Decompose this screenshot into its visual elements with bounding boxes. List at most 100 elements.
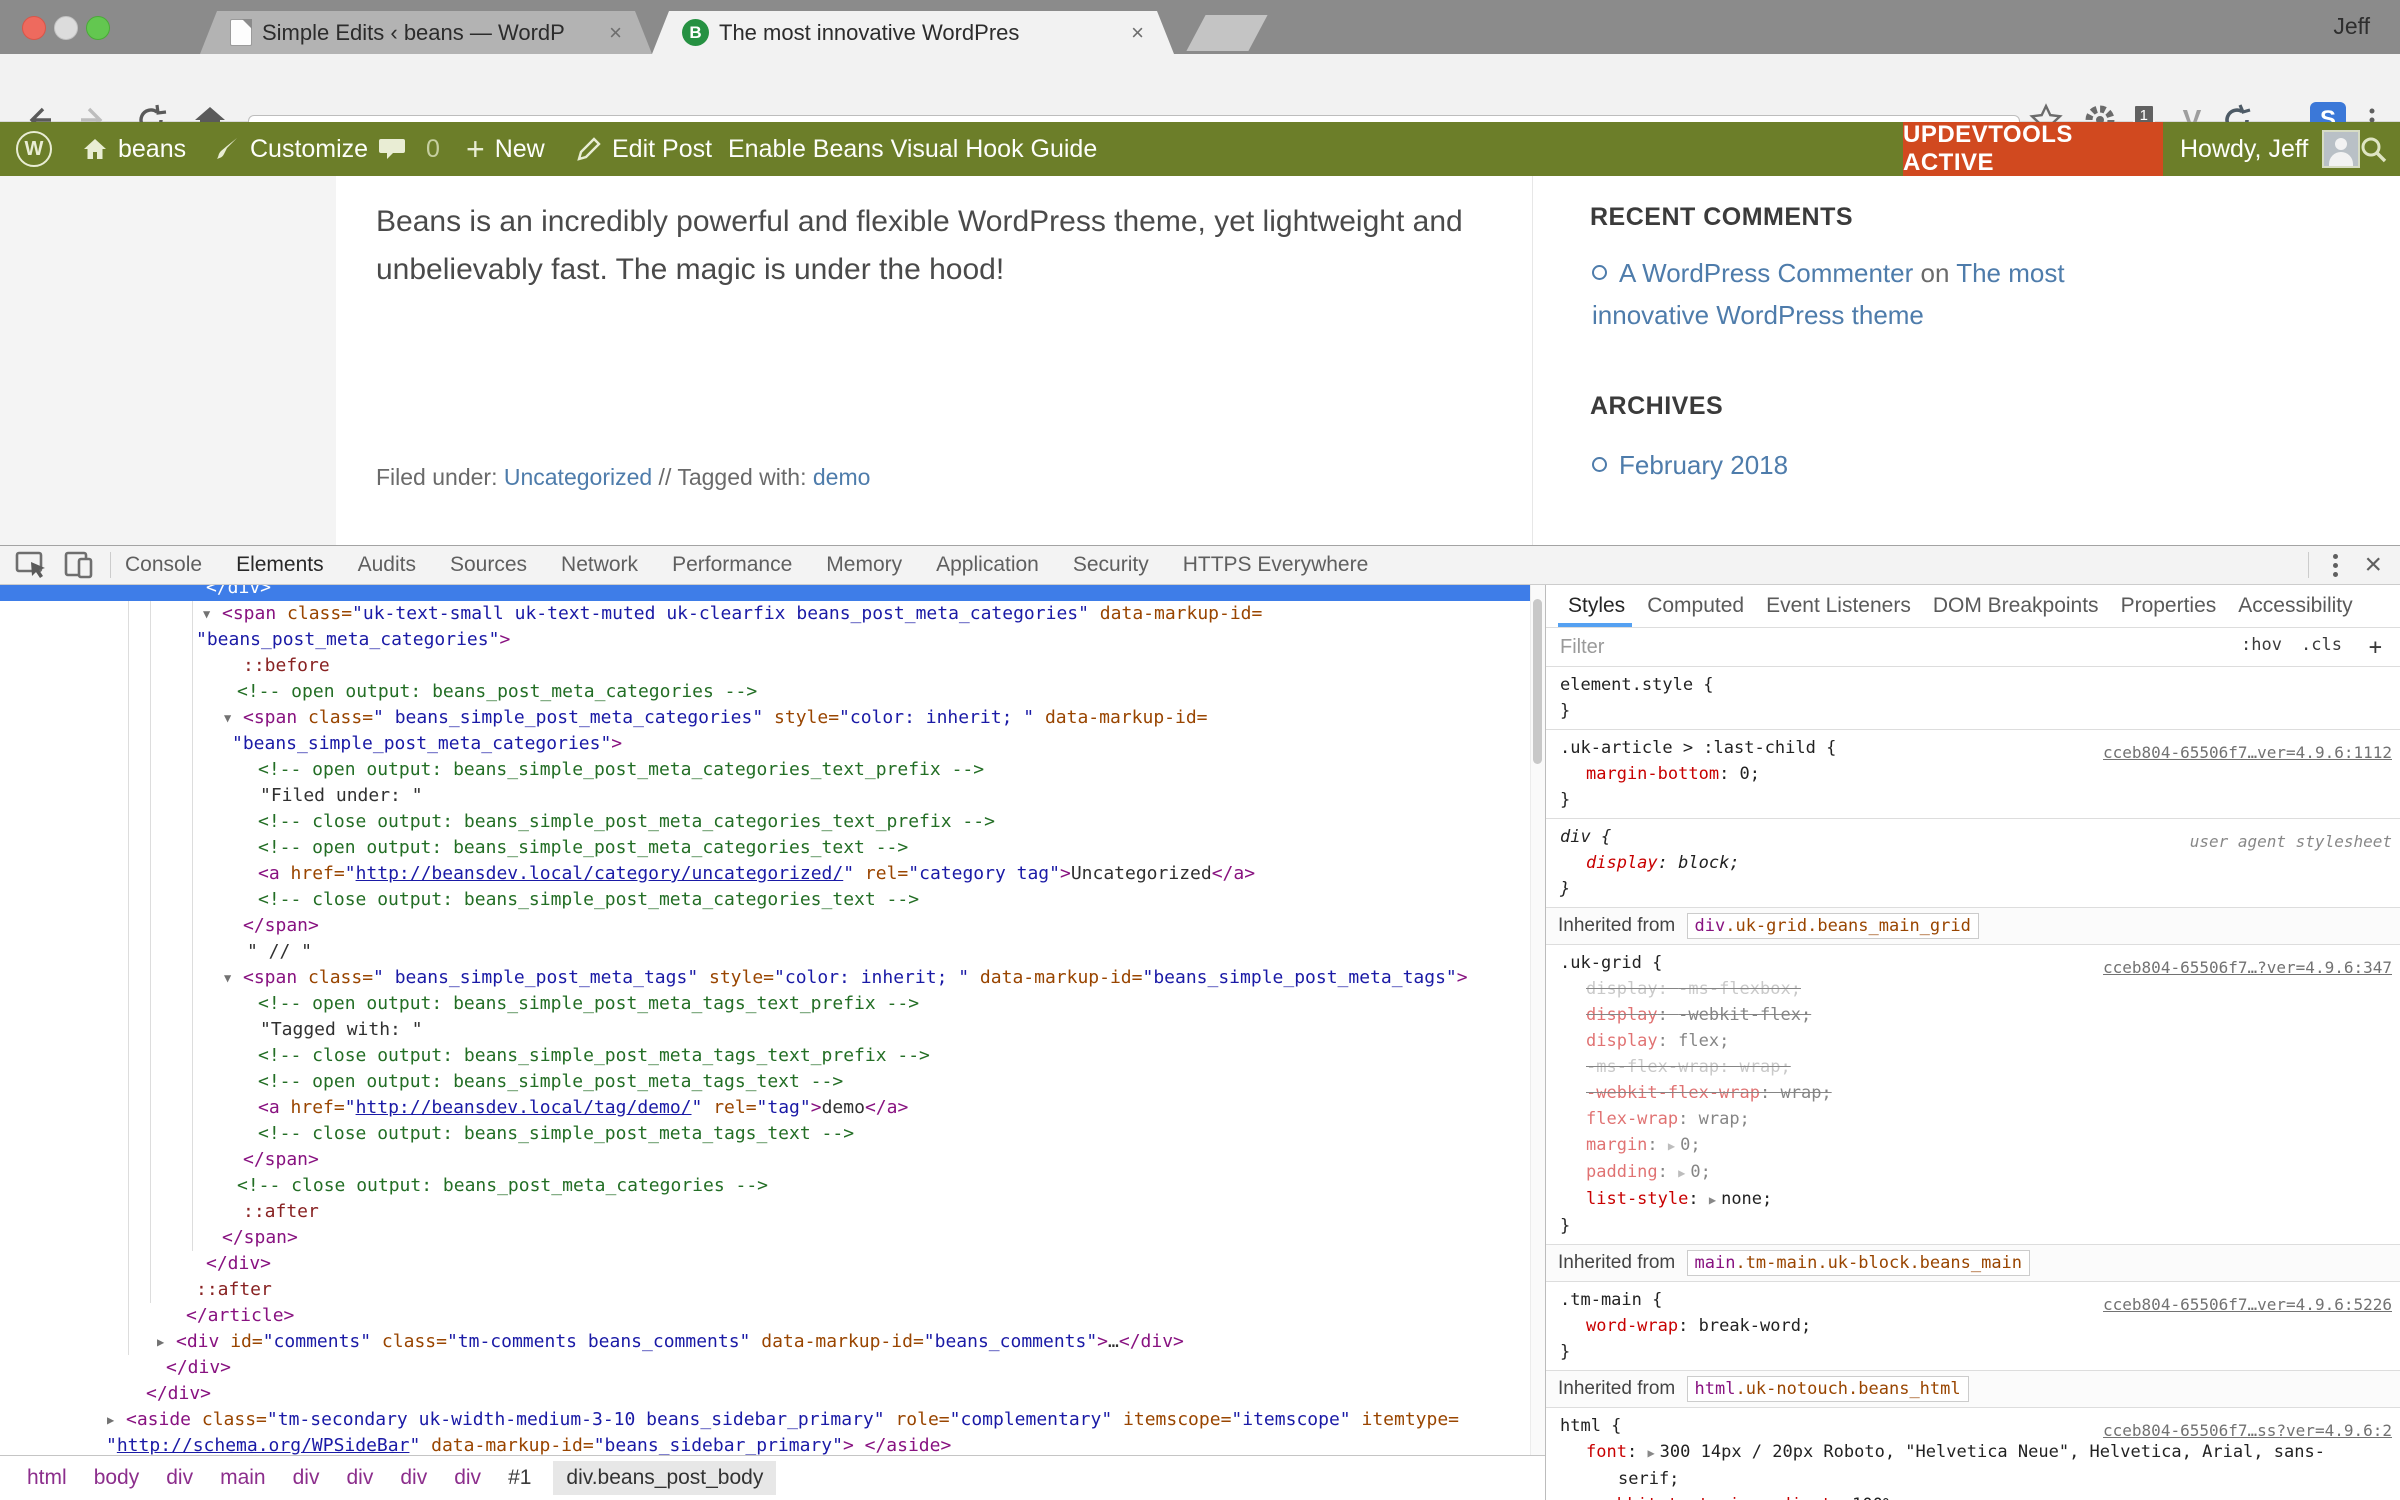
- dom-node-line[interactable]: ::after: [0, 1277, 1517, 1303]
- breadcrumb-item[interactable]: main: [220, 1466, 266, 1490]
- devtools-tab-memory[interactable]: Memory: [826, 553, 902, 577]
- css-property[interactable]: -webkit-flex-wrap: wrap;: [1546, 1080, 2400, 1106]
- dom-node-line[interactable]: ▼ <span class=" beans_simple_post_meta_ca…: [0, 705, 1517, 731]
- new-tab-button[interactable]: [1186, 15, 1268, 51]
- dom-node-line[interactable]: </div>: [0, 1381, 1517, 1407]
- devtools-tab-sources[interactable]: Sources: [450, 553, 527, 577]
- inspect-element-icon[interactable]: [14, 549, 48, 581]
- dom-node-line[interactable]: </div>: [0, 1251, 1517, 1277]
- breadcrumb-item[interactable]: div: [400, 1466, 427, 1490]
- devtools-tab-performance[interactable]: Performance: [672, 553, 792, 577]
- breadcrumb-item[interactable]: div: [346, 1466, 373, 1490]
- css-property[interactable]: list-style: ▶ none;: [1546, 1186, 2400, 1213]
- cls-toggle[interactable]: .cls: [2301, 635, 2342, 655]
- edit-post-menu[interactable]: Edit Post: [576, 122, 712, 176]
- dom-node-line[interactable]: ▶ <aside class="tm-secondary uk-width-med…: [0, 1407, 1517, 1433]
- styles-tab-properties[interactable]: Properties: [2121, 594, 2217, 618]
- inherited-node-link[interactable]: div.uk-grid.beans_main_grid: [1686, 913, 1979, 939]
- scrollbar-thumb[interactable]: [1533, 599, 1542, 764]
- inherited-node-link[interactable]: main.tm-main.uk-block.beans_main: [1686, 1250, 2031, 1276]
- breadcrumb-item[interactable]: div.beans_post_body: [553, 1461, 777, 1495]
- dom-node-line[interactable]: "beans_simple_post_meta_categories">: [0, 731, 1517, 757]
- updevtools-active-badge[interactable]: UPDEVTOOLS ACTIVE: [1903, 121, 2163, 176]
- dom-node-line[interactable]: <!-- close output: beans_simple_post_met…: [0, 887, 1517, 913]
- dom-node-line[interactable]: <!-- close output: beans_simple_post_met…: [0, 1043, 1517, 1069]
- tab-close-icon[interactable]: ×: [609, 20, 622, 46]
- dom-node-line[interactable]: <!-- close output: beans_post_meta_categ…: [0, 1173, 1517, 1199]
- dom-node-line[interactable]: </span>: [0, 913, 1517, 939]
- css-property[interactable]: display: -ms-flexbox;: [1546, 976, 2400, 1002]
- styles-tab-computed[interactable]: Computed: [1647, 594, 1744, 618]
- dom-node-line[interactable]: <!-- open output: beans_simple_post_meta…: [0, 757, 1517, 783]
- css-property[interactable]: display: flex;: [1546, 1028, 2400, 1054]
- dom-node-line[interactable]: "http://schema.org/WPSideBar" data-marku…: [0, 1433, 1517, 1455]
- breadcrumb-item[interactable]: body: [94, 1466, 140, 1490]
- css-property[interactable]: -ms-flex-wrap: wrap;: [1546, 1054, 2400, 1080]
- tab-close-icon[interactable]: ×: [1131, 20, 1144, 46]
- comments-menu[interactable]: 0: [378, 122, 440, 176]
- disclosure-arrow-icon[interactable]: ▶: [107, 1407, 114, 1433]
- account-menu[interactable]: Howdy, Jeff: [2180, 122, 2361, 176]
- disclosure-arrow-icon[interactable]: ▶: [157, 1329, 164, 1355]
- page-link[interactable]: innovative WordPress theme: [1592, 300, 1924, 330]
- elements-scrollbar[interactable]: [1530, 585, 1545, 1455]
- page-link[interactable]: Uncategorized: [504, 464, 652, 490]
- dom-node-line[interactable]: <a href="http://beansdev.local/category/…: [0, 861, 1517, 887]
- page-link[interactable]: demo: [813, 464, 871, 490]
- dom-node-line[interactable]: "Tagged with: ": [0, 1017, 1517, 1043]
- selected-dom-node[interactable]: </div>: [0, 585, 1531, 601]
- beans-hook-guide-menu[interactable]: Enable Beans Visual Hook Guide: [728, 122, 1097, 176]
- devtools-menu-icon[interactable]: [2333, 550, 2339, 581]
- dom-node-line[interactable]: ▶ <div id="comments" class="tm-comments b…: [0, 1329, 1517, 1355]
- breadcrumb-item[interactable]: div: [166, 1466, 193, 1490]
- minimize-window-button[interactable]: [54, 16, 78, 40]
- css-property[interactable]: font: ▶ 300 14px / 20px Roboto, "Helvetic…: [1546, 1439, 2400, 1466]
- styles-tab-dom-breakpoints[interactable]: DOM Breakpoints: [1933, 594, 2099, 618]
- dom-node-line[interactable]: " // ": [0, 939, 1517, 965]
- styles-filter-input[interactable]: [1546, 628, 2250, 666]
- page-link[interactable]: The most: [1956, 258, 2064, 288]
- disclosure-arrow-icon[interactable]: ▼: [224, 705, 231, 731]
- css-property[interactable]: padding: ▶ 0;: [1546, 1159, 2400, 1186]
- styles-tab-accessibility[interactable]: Accessibility: [2238, 594, 2352, 618]
- hov-toggle[interactable]: :hov: [2241, 635, 2282, 655]
- css-property[interactable]: display: block;: [1546, 850, 2400, 876]
- dom-node-line[interactable]: </span>: [0, 1225, 1517, 1251]
- css-property[interactable]: flex-wrap: wrap;: [1546, 1106, 2400, 1132]
- close-window-button[interactable]: [22, 16, 46, 40]
- dom-node-line[interactable]: ▼ <span class="uk-text-small uk-text-mute…: [0, 601, 1517, 627]
- dom-node-line[interactable]: </span>: [0, 1147, 1517, 1173]
- wp-logo-menu[interactable]: W: [16, 122, 52, 176]
- devtools-tab-audits[interactable]: Audits: [358, 553, 416, 577]
- dom-node-line[interactable]: ▼ <span class=" beans_simple_post_meta_ta…: [0, 965, 1517, 991]
- dom-node-line[interactable]: ::before: [0, 653, 1517, 679]
- dom-node-line[interactable]: ::after: [0, 1199, 1517, 1225]
- disclosure-arrow-icon[interactable]: ▼: [224, 965, 231, 991]
- new-style-rule-button[interactable]: +: [2369, 635, 2382, 660]
- site-menu[interactable]: beans: [82, 122, 186, 176]
- css-property[interactable]: word-wrap: break-word;: [1546, 1313, 2400, 1339]
- dom-node-line[interactable]: <!-- close output: beans_simple_post_met…: [0, 1121, 1517, 1147]
- breadcrumb-item[interactable]: div: [293, 1466, 320, 1490]
- styles-tab-event-listeners[interactable]: Event Listeners: [1766, 594, 1911, 618]
- dom-node-line[interactable]: <a href="http://beansdev.local/tag/demo/…: [0, 1095, 1517, 1121]
- dom-node-line[interactable]: <!-- open output: beans_simple_post_meta…: [0, 1069, 1517, 1095]
- dom-node-line[interactable]: <!-- open output: beans_post_meta_catego…: [0, 679, 1517, 705]
- devtools-tab-application[interactable]: Application: [936, 553, 1039, 577]
- dom-node-line[interactable]: <!-- open output: beans_simple_post_meta…: [0, 991, 1517, 1017]
- devtools-tab-https-everywhere[interactable]: HTTPS Everywhere: [1183, 553, 1369, 577]
- breadcrumb-item[interactable]: #1: [508, 1466, 531, 1490]
- dom-node-line[interactable]: </article>: [0, 1303, 1517, 1329]
- device-toolbar-icon[interactable]: [62, 549, 96, 581]
- css-property[interactable]: margin-bottom: 0;: [1546, 761, 2400, 787]
- zoom-window-button[interactable]: [86, 16, 110, 40]
- disclosure-arrow-icon[interactable]: ▼: [203, 601, 210, 627]
- dom-node-line[interactable]: <!-- close output: beans_simple_post_met…: [0, 809, 1517, 835]
- search-toggle[interactable]: [2358, 122, 2388, 176]
- customize-menu[interactable]: Customize: [214, 122, 368, 176]
- breadcrumb-item[interactable]: div: [454, 1466, 481, 1490]
- tab-wordpress-admin[interactable]: Simple Edits ‹ beans — WordP ×: [200, 11, 652, 54]
- devtools-close-icon[interactable]: ×: [2364, 548, 2382, 582]
- breadcrumb-item[interactable]: html: [27, 1466, 67, 1490]
- styles-tab-styles[interactable]: Styles: [1568, 594, 1625, 618]
